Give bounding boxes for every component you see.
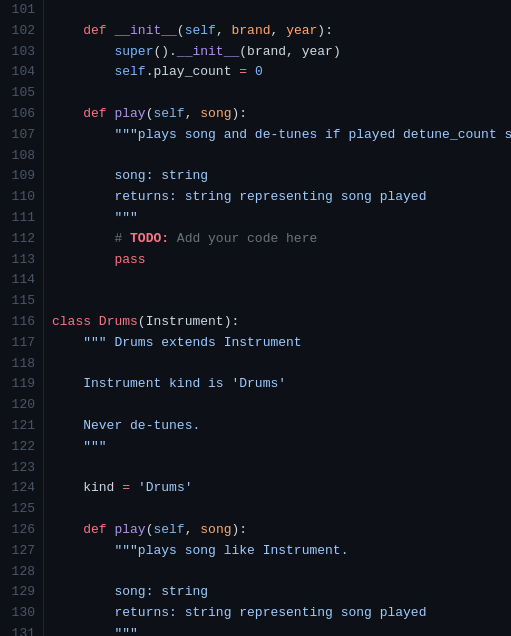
code-line: song: string (52, 166, 511, 187)
line-numbers: 1011021031041051061071081091101111121131… (0, 0, 44, 636)
code-line: def play(self, song): (52, 520, 511, 541)
code-line: # TODO: Add your code here (52, 229, 511, 250)
line-number: 126 (4, 520, 35, 541)
line-number: 124 (4, 478, 35, 499)
code-line: song: string (52, 582, 511, 603)
code-line: """ (52, 624, 511, 636)
line-number: 104 (4, 62, 35, 83)
code-line: class Drums(Instrument): (52, 312, 511, 333)
code-line: Never de-tunes. (52, 416, 511, 437)
code-line: """ (52, 437, 511, 458)
line-number: 128 (4, 562, 35, 583)
code-line (52, 83, 511, 104)
line-number: 113 (4, 250, 35, 271)
code-line: returns: string representing song played (52, 187, 511, 208)
line-number: 103 (4, 42, 35, 63)
line-number: 102 (4, 21, 35, 42)
line-number: 121 (4, 416, 35, 437)
line-number: 114 (4, 270, 35, 291)
line-number: 109 (4, 166, 35, 187)
line-number: 117 (4, 333, 35, 354)
code-line (52, 146, 511, 167)
line-number: 105 (4, 83, 35, 104)
code-line: def play(self, song): (52, 104, 511, 125)
code-line: super().__init__(brand, year) (52, 42, 511, 63)
code-area: def __init__(self, brand, year): super()… (44, 0, 511, 636)
line-number: 116 (4, 312, 35, 333)
code-line: """plays song and de-tunes if played det… (52, 125, 511, 146)
line-number: 106 (4, 104, 35, 125)
line-number: 119 (4, 374, 35, 395)
line-number: 107 (4, 125, 35, 146)
line-number: 118 (4, 354, 35, 375)
code-line: pass (52, 250, 511, 271)
line-number: 127 (4, 541, 35, 562)
code-line: self.play_count = 0 (52, 62, 511, 83)
line-number: 123 (4, 458, 35, 479)
line-number: 131 (4, 624, 35, 636)
line-number: 120 (4, 395, 35, 416)
code-line: """ Drums extends Instrument (52, 333, 511, 354)
code-editor: 1011021031041051061071081091101111121131… (0, 0, 511, 636)
code-line (52, 354, 511, 375)
code-line (52, 395, 511, 416)
line-number: 115 (4, 291, 35, 312)
code-line (52, 458, 511, 479)
code-line (52, 270, 511, 291)
code-line (52, 562, 511, 583)
line-number: 111 (4, 208, 35, 229)
line-number: 129 (4, 582, 35, 603)
code-line: Instrument kind is 'Drums' (52, 374, 511, 395)
code-line (52, 499, 511, 520)
line-number: 108 (4, 146, 35, 167)
line-number: 110 (4, 187, 35, 208)
line-number: 125 (4, 499, 35, 520)
line-number: 101 (4, 0, 35, 21)
code-line (52, 291, 511, 312)
code-line: kind = 'Drums' (52, 478, 511, 499)
code-line: """plays song like Instrument. (52, 541, 511, 562)
code-line: def __init__(self, brand, year): (52, 21, 511, 42)
code-line: """ (52, 208, 511, 229)
code-line: returns: string representing song played (52, 603, 511, 624)
line-number: 130 (4, 603, 35, 624)
line-number: 122 (4, 437, 35, 458)
line-number: 112 (4, 229, 35, 250)
code-line (52, 0, 511, 21)
